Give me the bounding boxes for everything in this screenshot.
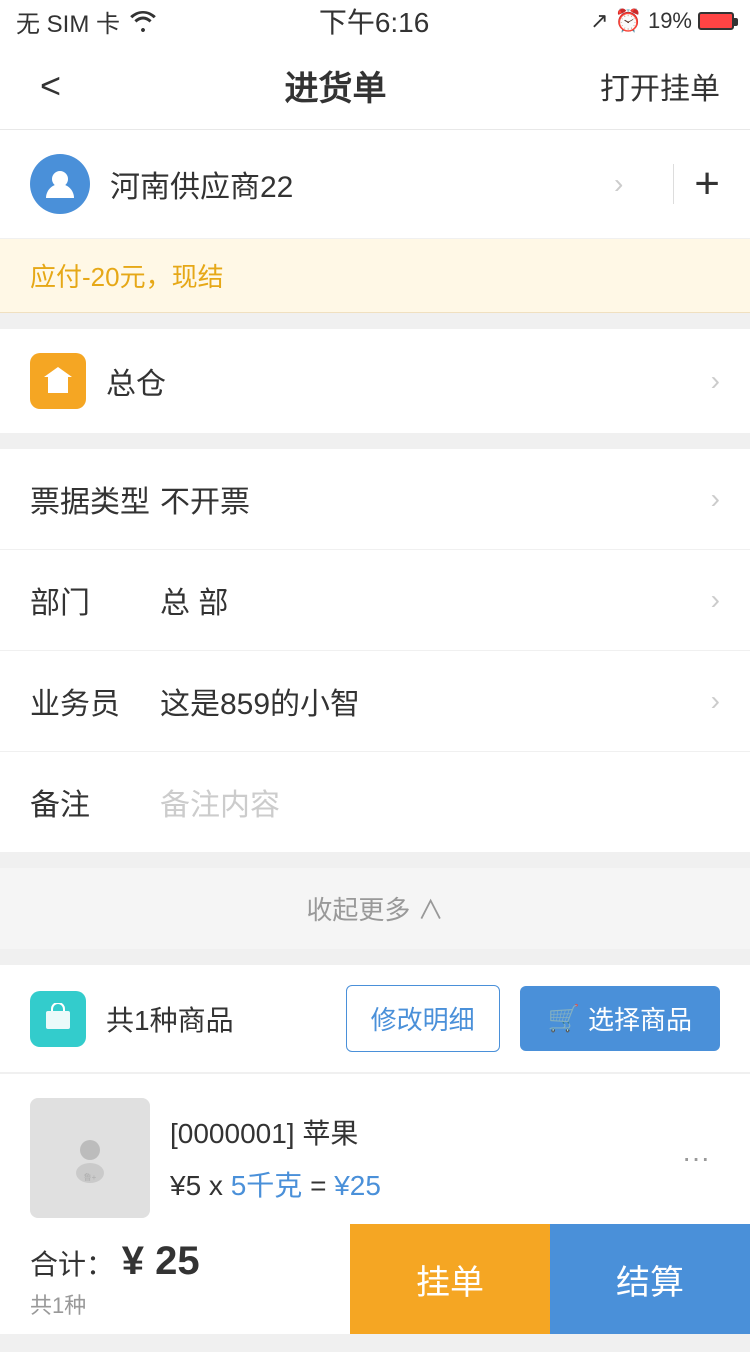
- total-label: 合计：: [30, 1249, 114, 1280]
- salesman-row[interactable]: 业务员 这是859的小智 ›: [0, 650, 750, 751]
- department-label: 部门: [30, 578, 150, 622]
- product-info: [0000001] 苹果 ¥5 x 5千克 = ¥25: [170, 1112, 652, 1204]
- department-row[interactable]: 部门 总 部 ›: [0, 549, 750, 650]
- department-chevron-icon: ›: [711, 584, 720, 616]
- remark-input[interactable]: 备注内容: [160, 780, 720, 824]
- add-supplier-button[interactable]: +: [694, 159, 720, 209]
- main-content: 河南供应商22 › + 应付-20元，现结 总仓 › 票据类型 不开票 › 部门…: [0, 130, 750, 1352]
- collapse-bar[interactable]: 收起更多 ∧: [0, 868, 750, 949]
- products-icon: [30, 991, 86, 1047]
- svg-text:鲁+: 鲁+: [84, 1172, 97, 1182]
- status-left: 无 SIM 卡: [16, 4, 158, 39]
- line-total: ¥25: [334, 1170, 381, 1201]
- product-code: [0000001]: [170, 1118, 302, 1149]
- products-count: 共1种商品: [106, 999, 326, 1039]
- quantity: 5千克: [231, 1170, 303, 1201]
- equals-sign: =: [310, 1170, 334, 1201]
- salesman-chevron-icon: ›: [711, 685, 720, 717]
- alarm-icon: ⏰: [615, 8, 642, 34]
- battery-percent: 19%: [648, 8, 692, 34]
- total-section: 合计： ¥ 25 共1种: [0, 1239, 350, 1320]
- status-time: 下午6:16: [319, 1, 430, 41]
- select-product-button[interactable]: 🛒 选择商品: [520, 986, 720, 1051]
- wifi-icon: [128, 10, 158, 32]
- total-amount: ¥ 25: [122, 1239, 200, 1283]
- warehouse-chevron-icon: ›: [711, 365, 720, 397]
- invoice-chevron-icon: ›: [711, 483, 720, 515]
- warehouse-row[interactable]: 总仓 ›: [0, 329, 750, 433]
- location-icon: ↗: [590, 8, 608, 34]
- cart-add-icon: 🛒: [548, 1003, 580, 1034]
- back-button[interactable]: <: [30, 55, 71, 117]
- supplier-divider: [673, 164, 674, 204]
- edit-detail-button[interactable]: 修改明细: [346, 985, 500, 1052]
- bottom-bar: 合计： ¥ 25 共1种 挂单 结算: [0, 1224, 750, 1334]
- product-thumbnail: 鲁+: [30, 1098, 150, 1218]
- unit-price: ¥5 x: [170, 1170, 231, 1201]
- product-item: 鲁+ [0000001] 苹果 ¥5 x 5千克 = ¥25 ···: [0, 1074, 750, 1242]
- supplier-avatar-icon: [42, 166, 78, 202]
- warehouse-name: 总仓: [106, 359, 711, 403]
- department-value: 总 部: [160, 578, 711, 622]
- warehouse-icon: [30, 353, 86, 409]
- supplier-card: 河南供应商22 › + 应付-20元，现结: [0, 130, 750, 313]
- remark-row[interactable]: 备注 备注内容: [0, 751, 750, 852]
- product-name: [0000001] 苹果: [170, 1112, 652, 1152]
- warehouse-building-icon: [42, 365, 74, 397]
- status-right: ↗ ⏰ 19%: [590, 8, 734, 34]
- status-bar: 无 SIM 卡 下午6:16 ↗ ⏰ 19%: [0, 0, 750, 42]
- total-row: 合计： ¥ 25: [30, 1239, 320, 1284]
- section-divider: [0, 949, 750, 965]
- supplier-chevron-icon: ›: [614, 168, 623, 200]
- invoice-value: 不开票: [160, 477, 711, 521]
- carrier-label: 无 SIM 卡: [16, 4, 120, 39]
- salesman-value: 这是859的小智: [160, 679, 711, 723]
- cart-icon: [42, 1003, 74, 1035]
- form-card: 票据类型 不开票 › 部门 总 部 › 业务员 这是859的小智 › 备注 备注…: [0, 449, 750, 852]
- product-price-row: ¥5 x 5千克 = ¥25: [170, 1164, 652, 1204]
- invoice-row[interactable]: 票据类型 不开票 ›: [0, 449, 750, 549]
- products-header: 共1种商品 修改明细 🛒 选择商品: [0, 965, 750, 1072]
- warehouse-card: 总仓 ›: [0, 329, 750, 433]
- supplier-notice: 应付-20元，现结: [0, 239, 750, 313]
- supplier-row[interactable]: 河南供应商22 › +: [0, 130, 750, 239]
- total-count: 共1种: [30, 1288, 320, 1320]
- suspend-button[interactable]: 挂单: [350, 1224, 550, 1334]
- product-more-button[interactable]: ···: [672, 1132, 720, 1184]
- supplier-avatar: [30, 154, 90, 214]
- product-default-image-icon: 鲁+: [60, 1128, 120, 1188]
- open-suspend-button[interactable]: 打开挂单: [600, 64, 720, 108]
- page-title: 进货单: [285, 61, 387, 110]
- salesman-label: 业务员: [30, 679, 150, 723]
- supplier-name: 河南供应商22: [110, 162, 614, 206]
- nav-bar: < 进货单 打开挂单: [0, 42, 750, 130]
- invoice-label: 票据类型: [30, 477, 150, 521]
- remark-label: 备注: [30, 780, 150, 824]
- battery-icon: [698, 12, 734, 30]
- checkout-button[interactable]: 结算: [550, 1224, 750, 1334]
- product-title: 苹果: [302, 1118, 358, 1149]
